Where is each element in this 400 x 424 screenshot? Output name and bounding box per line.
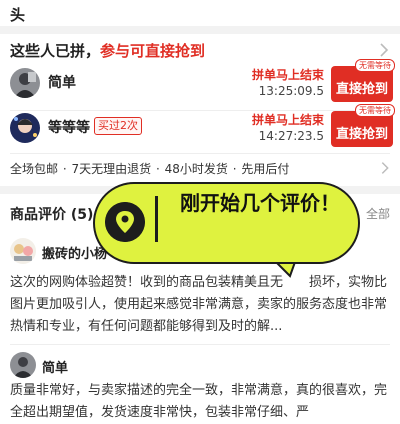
ending-label: 拼单马上结束 bbox=[251, 68, 324, 82]
section-divider bbox=[0, 26, 400, 34]
guarantee-separator: · bbox=[155, 162, 160, 176]
top-title: 头 bbox=[10, 6, 26, 24]
avatar-image bbox=[10, 352, 36, 378]
chevron-right-icon[interactable] bbox=[376, 159, 394, 177]
review-text: 质量非常好，与卖家描述的完全一致，非常满意，真的很喜欢，完全超出期望值，发货速度… bbox=[10, 383, 388, 420]
bought-twice-badge: 买过2次 bbox=[94, 117, 142, 135]
no-wait-tag: 无需等待 bbox=[355, 59, 395, 72]
grab-now-label: 直接抢到 bbox=[335, 82, 388, 97]
reviews-title: 商品评价 (5) bbox=[10, 207, 94, 223]
avatar-image bbox=[10, 113, 40, 143]
avatar[interactable] bbox=[10, 68, 40, 98]
row-divider bbox=[10, 153, 390, 154]
countdown-timer: 13:25:09.5 bbox=[258, 84, 324, 98]
bubble-text: 刚开始几个评价！ bbox=[180, 191, 340, 215]
user-name: 等等等 bbox=[48, 120, 90, 136]
guarantee-separator: · bbox=[62, 162, 67, 176]
avatar-image bbox=[10, 68, 40, 98]
annotation-bubble: 刚开始几个评价！ bbox=[93, 182, 360, 264]
grab-now-button[interactable]: 无需等待 直接抢到 bbox=[331, 104, 395, 147]
bubble-divider bbox=[155, 196, 158, 242]
guarantee-pay-later: 先用后付 bbox=[241, 162, 290, 176]
avatar[interactable] bbox=[10, 352, 36, 378]
guarantee-shipping-time: 48小时发货 bbox=[164, 162, 228, 176]
service-guarantees[interactable]: 全场包邮 · 7天无理由退货 · 48小时发货 · 先用后付 bbox=[10, 160, 290, 177]
see-all-reviews-link[interactable]: 全部 bbox=[366, 205, 390, 222]
row-divider bbox=[10, 344, 390, 345]
top-strip: 头 bbox=[0, 0, 400, 26]
guarantee-returns: 7天无理由退货 bbox=[71, 162, 152, 176]
countdown-timer: 14:27:23.5 bbox=[258, 129, 324, 143]
guarantee-separator: · bbox=[232, 162, 237, 176]
avatar-image bbox=[10, 238, 36, 264]
no-wait-tag: 无需等待 bbox=[355, 104, 395, 117]
avatar[interactable] bbox=[10, 238, 36, 264]
user-name: 简单 bbox=[48, 75, 76, 91]
guarantee-free-shipping: 全场包邮 bbox=[10, 162, 59, 176]
avatar[interactable] bbox=[10, 113, 40, 143]
reviewer-name: 简单 bbox=[42, 361, 69, 376]
ending-label: 拼单马上结束 bbox=[251, 113, 324, 127]
chevron-right-icon[interactable] bbox=[374, 40, 394, 60]
location-pin-icon bbox=[105, 202, 145, 242]
grab-now-label: 直接抢到 bbox=[335, 127, 388, 142]
reviewer-name: 搬砖的小杨 bbox=[42, 247, 108, 262]
review-text: 这次的网购体验超赞！收到的商品包装精美且无 损坏，实物比图片更加吸引人，使用起来… bbox=[10, 275, 388, 334]
grab-now-button[interactable]: 无需等待 直接抢到 bbox=[331, 59, 395, 102]
group-buy-row: 等等等 买过2次 拼单马上结束 14:27:23.5 无需等待 直接抢到 bbox=[0, 103, 400, 155]
